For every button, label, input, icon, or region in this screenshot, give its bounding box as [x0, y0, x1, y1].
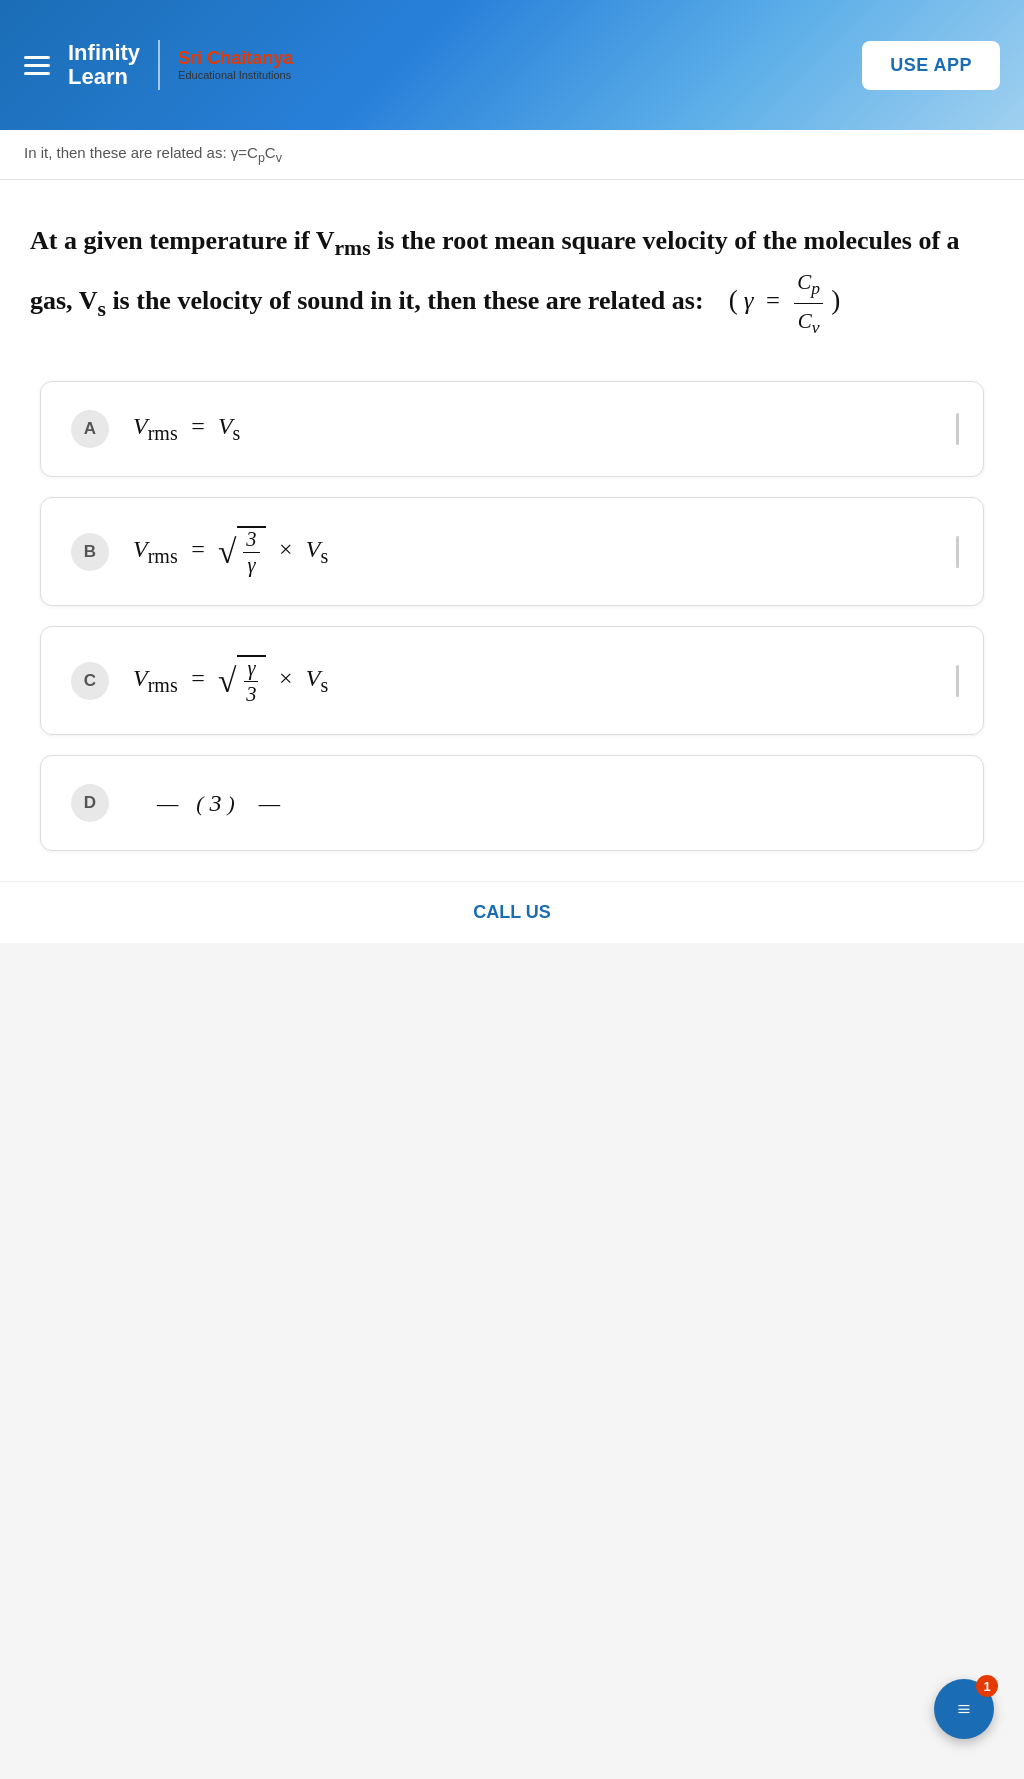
app-header: Infinity Learn Sri Chaitanya Educational…: [0, 0, 1024, 130]
option-a[interactable]: A Vrms = Vs: [40, 381, 984, 477]
logo-divider: [158, 40, 160, 90]
subtitle-bar: In it, then these are related as: γ=CpCv: [0, 130, 1024, 180]
call-us-bar[interactable]: CALL US: [0, 881, 1024, 943]
header-left: Infinity Learn Sri Chaitanya Educational…: [24, 40, 293, 90]
option-b-letter: B: [71, 533, 109, 571]
brand-name-learn: Learn: [68, 64, 128, 89]
question-text: At a given temperature if Vrms is the ro…: [30, 220, 994, 341]
call-us-label: CALL US: [473, 902, 551, 922]
option-c-pipe: [956, 665, 959, 697]
option-b-pipe: [956, 536, 959, 568]
option-d-letter: D: [71, 784, 109, 822]
use-app-button[interactable]: USE APP: [862, 41, 1000, 90]
option-b-formula: Vrms = √ 3 γ × Vs: [133, 526, 328, 577]
option-c-sqrt: √ γ 3: [218, 655, 266, 706]
option-a-formula: Vrms = Vs: [133, 413, 240, 445]
sri-chaitanya-logo: Sri Chaitanya Educational Institutions: [178, 49, 293, 81]
option-c-formula: Vrms = √ γ 3 × Vs: [133, 655, 328, 706]
hamburger-menu[interactable]: [24, 56, 50, 75]
logo-area: Infinity Learn Sri Chaitanya Educational…: [68, 40, 293, 90]
option-d-formula: — ( 3 ) —: [133, 790, 280, 817]
chat-bubble[interactable]: ≡ 1: [934, 1679, 994, 1739]
option-a-letter: A: [71, 410, 109, 448]
gamma-fraction: Cp Cv: [794, 266, 823, 341]
infinity-learn-logo: Infinity Learn: [68, 41, 140, 89]
option-b[interactable]: B Vrms = √ 3 γ × Vs: [40, 497, 984, 606]
partner-name: Sri Chaitanya: [178, 49, 293, 69]
partner-sub: Educational Institutions: [178, 69, 293, 81]
option-c[interactable]: C Vrms = √ γ 3 × Vs: [40, 626, 984, 735]
main-content: At a given temperature if Vrms is the ro…: [0, 180, 1024, 881]
option-a-pipe: [956, 413, 959, 445]
subtitle-text: In it, then these are related as: γ=CpCv: [24, 144, 282, 161]
option-b-sqrt: √ 3 γ: [218, 526, 266, 577]
chat-badge: 1: [976, 1675, 998, 1697]
option-c-letter: C: [71, 662, 109, 700]
brand-name: Infinity Learn: [68, 41, 140, 89]
chat-icon: ≡: [957, 1696, 971, 1723]
options-container: A Vrms = Vs B Vrms = √ 3 γ: [30, 381, 994, 851]
option-d[interactable]: D — ( 3 ) —: [40, 755, 984, 851]
